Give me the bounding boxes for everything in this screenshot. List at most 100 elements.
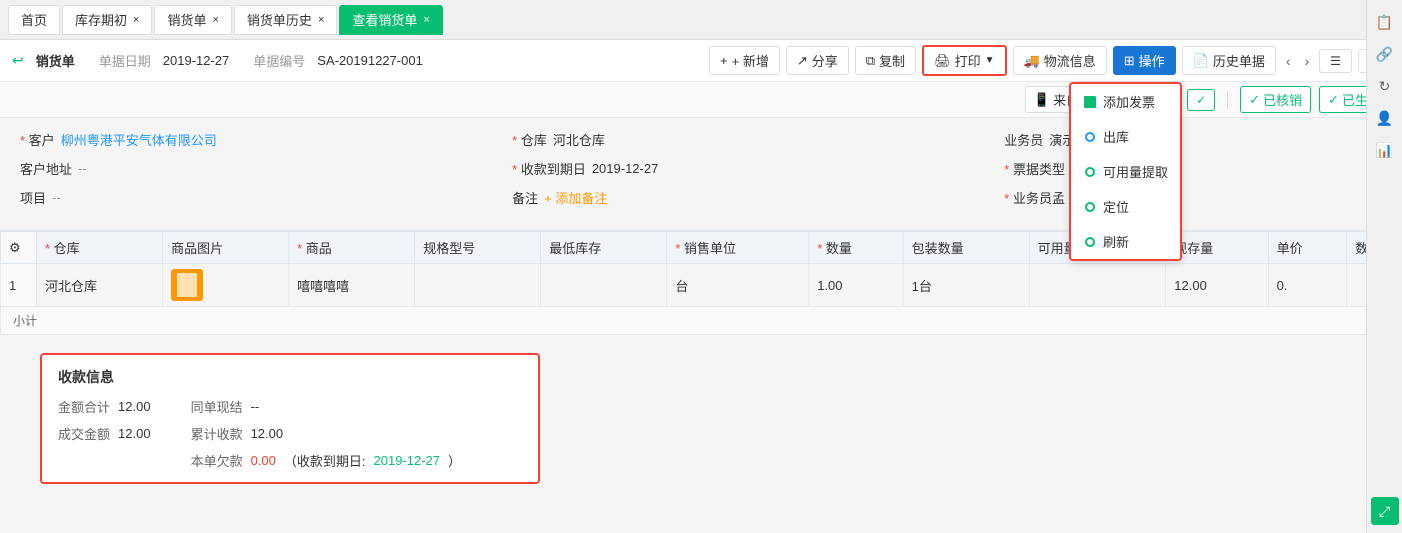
row-num: 1	[1, 264, 37, 307]
address-value: --	[78, 161, 87, 176]
share-icon: ↗	[797, 53, 808, 69]
tab-sales-history[interactable]: 销货单历史 ×	[234, 5, 337, 35]
deal-label: 成交金额	[58, 424, 110, 443]
col-pack-qty: 包装数量	[903, 232, 1029, 264]
dropdown-warehouse-out[interactable]: 出库	[1071, 119, 1180, 154]
number-label: 单据编号	[253, 51, 305, 70]
logistics-label: 物流信息	[1044, 51, 1096, 70]
tab-sales-order-close[interactable]: ×	[212, 14, 218, 26]
col-min-stock: 最低库存	[541, 232, 667, 264]
view-list-button[interactable]: ☰	[1319, 49, 1352, 73]
arrears-row: 本单欠款 0.00 （收款到期日: 2019-12-27 ）	[191, 451, 461, 470]
new-label: + 新增	[732, 51, 769, 70]
sidebar-icon-link[interactable]: 🔗	[1371, 40, 1399, 68]
logistics-button[interactable]: 🚚 物流信息	[1013, 46, 1107, 75]
col-image: 商品图片	[163, 232, 289, 264]
share-button[interactable]: ↗ 分享	[786, 46, 849, 75]
tab-view-sales-label: 查看销货单	[352, 10, 417, 29]
date-label: 单据日期	[99, 51, 151, 70]
tab-sales-order-label: 销货单	[167, 10, 206, 29]
staff-label: 业务员	[1004, 130, 1043, 149]
product-image	[171, 269, 203, 301]
row-product: 嘻嘻嘻嘻	[289, 264, 415, 307]
history-label: 历史单据	[1213, 51, 1265, 70]
tab-view-sales-close[interactable]: ×	[423, 14, 429, 26]
operation-button[interactable]: ⊞ 操作	[1113, 46, 1176, 75]
history-button[interactable]: 📄 历史单据	[1182, 46, 1276, 75]
tab-home[interactable]: 首页	[8, 5, 60, 35]
locate-label: 定位	[1103, 197, 1129, 216]
copy-label: 复制	[879, 51, 905, 70]
tab-sales-history-label: 销货单历史	[247, 10, 312, 29]
row-quantity: 1.00	[809, 264, 903, 307]
cumulative-value: 12.00	[251, 426, 284, 441]
address-label: 客户地址	[20, 159, 72, 178]
sidebar-icon-clipboard[interactable]: 📋	[1371, 8, 1399, 36]
nav-next[interactable]: ›	[1301, 51, 1314, 71]
total-value: 12.00	[118, 399, 151, 414]
arrears-label: 本单欠款	[191, 451, 243, 470]
confirm-icon-button[interactable]: ✓	[1187, 89, 1215, 111]
main-toolbar: ↩ 销货单 单据日期 2019-12-27 单据编号 SA-20191227-0…	[0, 40, 1402, 82]
col-settings: ⚙	[1, 232, 37, 264]
note-label: 备注	[512, 188, 538, 207]
doc-icon: ↩	[12, 52, 24, 69]
same-order-row: 同单现结 --	[191, 397, 461, 416]
staff-field: 业务员 演示账号	[1004, 130, 1382, 149]
due-date-value: 2019-12-27	[592, 161, 659, 176]
col-quantity: * 数量	[809, 232, 903, 264]
date-value: 2019-12-27	[163, 53, 230, 68]
right-sidebar: 📋 🔗 ↻ 👤 📊 ⤢	[1366, 0, 1402, 533]
dropdown-available-qty[interactable]: 可用量提取	[1071, 154, 1180, 189]
tab-inventory-init[interactable]: 库存期初 ×	[62, 5, 152, 35]
due-date-field: 收款到期日 2019-12-27	[512, 159, 984, 178]
sidebar-icon-expand[interactable]: ⤢	[1371, 497, 1399, 525]
copy-icon: ⧉	[866, 53, 875, 69]
row-available	[1029, 264, 1166, 307]
payment-rows: 金额合计 12.00 成交金额 12.00 同单现结 -- 累计收款	[58, 397, 522, 470]
copy-button[interactable]: ⧉ 复制	[855, 46, 916, 75]
new-button[interactable]: + + 新增	[709, 46, 780, 75]
nav-prev[interactable]: ‹	[1282, 51, 1295, 71]
warehouse-label: 仓库	[512, 130, 547, 149]
dropdown-add-invoice[interactable]: 添加发票	[1071, 84, 1180, 119]
customer-field: 客户 柳州粤港平安气体有限公司	[20, 130, 492, 149]
tab-sales-history-close[interactable]: ×	[318, 14, 324, 26]
tab-bar: 首页 库存期初 × 销货单 × 销货单历史 × 查看销货单 × ×	[0, 0, 1402, 40]
subtotal-label: 小计	[1, 307, 1402, 335]
sidebar-icon-chart[interactable]: 📊	[1371, 136, 1399, 164]
row-unit-price: 0.	[1268, 264, 1347, 307]
form-section: 客户 柳州粤港平安气体有限公司 仓库 河北仓库 业务员 演示账号 客户地址 --…	[0, 118, 1402, 230]
tab-sales-order[interactable]: 销货单 ×	[154, 5, 231, 35]
operation-grid-icon: ⊞	[1124, 53, 1135, 69]
project-field: 项目 --	[20, 188, 492, 207]
payment-col-right: 同单现结 -- 累计收款 12.00 本单欠款 0.00 （收款到期日: 201…	[191, 397, 461, 470]
share-label: 分享	[812, 51, 838, 70]
col-warehouse: * 仓库	[37, 232, 163, 264]
row-pack-qty: 1台	[903, 264, 1029, 307]
refresh-icon	[1083, 235, 1097, 249]
confirmed-check-icon: ✓	[1249, 92, 1260, 108]
note-add[interactable]: + 添加备注	[544, 188, 607, 207]
toolbar-actions: + + 新增 ↗ 分享 ⧉ 复制 🖨 打印 ▼ 🚚 物流信息 ⊞	[709, 45, 1390, 76]
dropdown-refresh[interactable]: 刷新	[1071, 224, 1180, 259]
operation-dropdown: 添加发票 出库 可用量提取 定位 刷新	[1069, 82, 1182, 261]
tab-view-sales[interactable]: 查看销货单 ×	[339, 5, 442, 35]
plus-icon: +	[544, 191, 555, 206]
confirmed-button[interactable]: ✓ 已核销	[1240, 86, 1311, 113]
ticket-field: 票据类型 不开票	[1004, 159, 1382, 178]
ticket-label: 票据类型	[1004, 159, 1065, 178]
print-button[interactable]: 🖨 打印 ▼	[922, 45, 1006, 76]
history-icon: 📄	[1193, 53, 1209, 69]
customer-value[interactable]: 柳州粤港平安气体有限公司	[61, 130, 217, 149]
customer-label: 客户	[20, 130, 55, 149]
dropdown-locate[interactable]: 定位	[1071, 189, 1180, 224]
tab-inventory-init-close[interactable]: ×	[133, 14, 139, 26]
sidebar-icon-user[interactable]: 👤	[1371, 104, 1399, 132]
total-label: 金额合计	[58, 397, 110, 416]
subtotal-row: 小计	[1, 307, 1402, 335]
operation-label: 操作	[1139, 51, 1165, 70]
project-value: --	[52, 190, 61, 205]
add-invoice-label: 添加发票	[1103, 92, 1155, 111]
sidebar-icon-refresh[interactable]: ↻	[1371, 72, 1399, 100]
